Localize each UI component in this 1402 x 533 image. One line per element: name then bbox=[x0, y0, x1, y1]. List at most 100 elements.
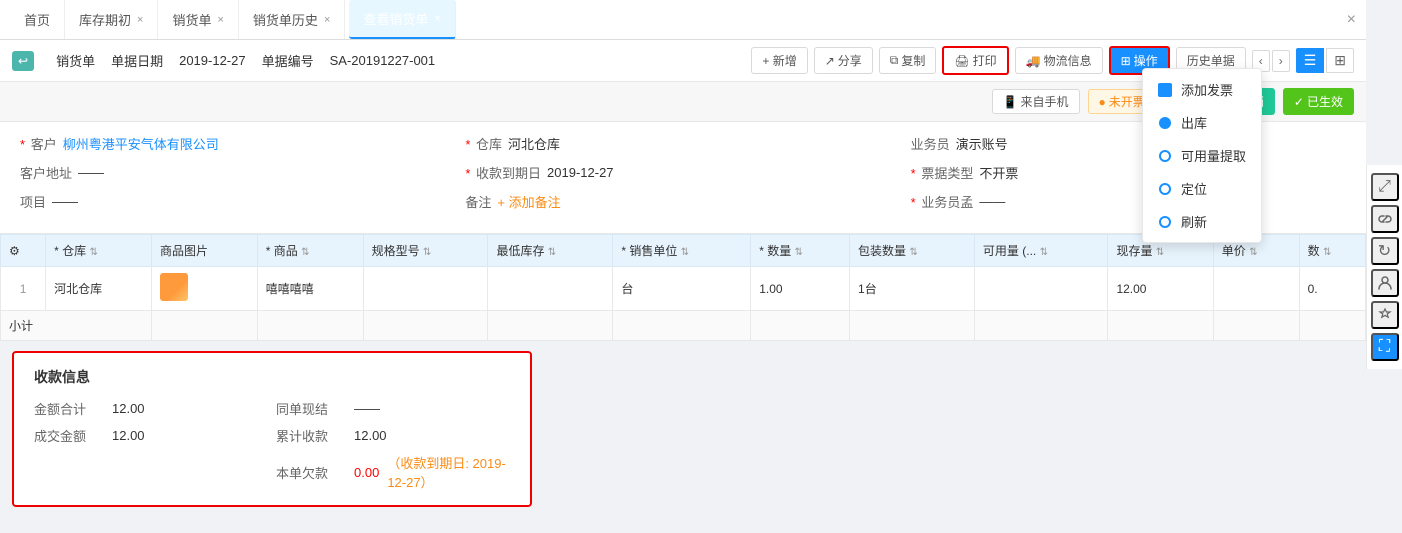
due-date-field: * 收款到期日 2019-12-27 bbox=[465, 163, 900, 182]
toolbar-actions: + 新增 ↗ 分享 ⧉ 复制 🖨 打印 🚚 物流信息 ⊞ 操作 历 bbox=[751, 46, 1354, 75]
sidebar-refresh-btn[interactable]: ↻ bbox=[1371, 237, 1399, 265]
available-qty-item[interactable]: 可用量提取 bbox=[1143, 139, 1261, 172]
note-field: 备注 + 添加备注 bbox=[465, 192, 900, 211]
customer-label: * 客户 bbox=[20, 134, 57, 153]
view-toggle: ☰ ⊞ bbox=[1296, 48, 1354, 73]
from-phone-button[interactable]: 📱 来自手机 bbox=[992, 89, 1080, 114]
logistics-button[interactable]: 🚚 物流信息 bbox=[1015, 47, 1103, 74]
settings-icon: ⚙ bbox=[9, 244, 20, 258]
same-order-value: —— bbox=[354, 401, 380, 416]
col-image: 商品图片 bbox=[151, 235, 257, 267]
doc-type-label: 销货单 bbox=[56, 51, 95, 70]
doc-date-value: 2019-12-27 bbox=[179, 53, 246, 68]
col-settings: ⚙ bbox=[1, 235, 46, 267]
add-invoice-item[interactable]: 添加发票 bbox=[1143, 73, 1261, 106]
tab-stock-init[interactable]: 库存期初 × bbox=[65, 0, 158, 39]
tab-sales-label: 销货单 bbox=[172, 10, 211, 29]
row-no: 1 bbox=[1, 267, 46, 311]
subtotal-price bbox=[1213, 311, 1299, 341]
warehouse-field: * 仓库 河北仓库 bbox=[465, 134, 900, 153]
due-date-value: 2019-12-27 bbox=[547, 165, 614, 180]
col-warehouse: * 仓库 ⇅ bbox=[46, 235, 152, 267]
employee-value: 演示账号 bbox=[956, 134, 1008, 153]
sort-icon-warehouse: ⇅ bbox=[90, 247, 98, 258]
sidebar-person-btn[interactable] bbox=[1371, 269, 1399, 297]
cumulative-label: 累计收款 bbox=[276, 426, 346, 445]
col-unit: * 销售单位 ⇅ bbox=[613, 235, 751, 267]
sort-icon-amount: ⇅ bbox=[1323, 247, 1331, 258]
outbound-item[interactable]: 出库 bbox=[1143, 106, 1261, 139]
window-close-icon[interactable]: × bbox=[1347, 11, 1356, 29]
sort-icon-spec: ⇅ bbox=[423, 247, 431, 258]
tab-home[interactable]: 首页 bbox=[10, 0, 65, 39]
warehouse-label: * 仓库 bbox=[465, 134, 502, 153]
ticket-field: * 票据类型 不开票 bbox=[911, 163, 1346, 182]
table-row: 1 河北仓库 嘻嘻嘻嘻 台 1.00 1台 12.00 0. bbox=[1, 267, 1366, 311]
subtotal-avail bbox=[974, 311, 1108, 341]
tab-stock-close[interactable]: × bbox=[137, 14, 143, 26]
copy-icon: ⧉ bbox=[890, 53, 899, 68]
deal-amount-label: 成交金额 bbox=[34, 426, 104, 445]
add-invoice-icon bbox=[1157, 82, 1173, 98]
row-pack-qty: 1台 bbox=[850, 267, 975, 311]
subtotal-stock bbox=[1108, 311, 1213, 341]
doc-type-icon: ↩ bbox=[12, 51, 34, 71]
row-product: 嘻嘻嘻嘻 bbox=[257, 267, 363, 311]
new-button[interactable]: + 新增 bbox=[751, 47, 807, 74]
next-button[interactable]: › bbox=[1272, 50, 1290, 72]
sort-icon-stock: ⇅ bbox=[1156, 247, 1164, 258]
sort-icon-avail: ⇅ bbox=[1040, 247, 1048, 258]
col-amount: 数 ⇅ bbox=[1299, 235, 1365, 267]
tab-view-sales[interactable]: 查看销货单 × bbox=[349, 0, 455, 39]
sidebar-expand-btn[interactable]: ⤢ bbox=[1371, 173, 1399, 201]
subtotal-amount bbox=[1299, 311, 1365, 341]
row-image bbox=[151, 267, 257, 311]
effective-button[interactable]: ✓ 已生效 bbox=[1283, 88, 1354, 115]
copy-button[interactable]: ⧉ 复制 bbox=[879, 47, 937, 74]
share-button[interactable]: ↗ 分享 bbox=[814, 47, 873, 74]
tab-sales-order[interactable]: 销货单 × bbox=[158, 0, 238, 39]
address-label: 客户地址 bbox=[20, 163, 72, 182]
ticket-icon: ● bbox=[1099, 95, 1106, 109]
share-icon: ↗ bbox=[825, 54, 835, 68]
doc-info: ↩ 销货单 单据日期 2019-12-27 单据编号 SA-20191227-0… bbox=[12, 51, 743, 71]
row-warehouse: 河北仓库 bbox=[46, 267, 152, 311]
doc-no-value: SA-20191227-001 bbox=[330, 53, 436, 68]
customer-field: * 客户 柳州粤港平安气体有限公司 bbox=[20, 134, 455, 153]
amount-label: 金额合计 bbox=[34, 399, 104, 418]
sidebar-fullscreen-btn[interactable]: ⛶ bbox=[1371, 333, 1399, 361]
row-available bbox=[974, 267, 1108, 311]
customer-value[interactable]: 柳州粤港平安气体有限公司 bbox=[63, 134, 219, 153]
project-label: 项目 bbox=[20, 192, 46, 211]
arrears-label: 本单欠款 bbox=[276, 463, 346, 482]
col-pack-qty: 包装数量 ⇅ bbox=[850, 235, 975, 267]
tab-view-close[interactable]: × bbox=[434, 13, 440, 25]
deal-amount-item: 成交金额 12.00 bbox=[34, 426, 268, 445]
cumulative-item: 累计收款 12.00 bbox=[276, 426, 510, 445]
outbound-icon bbox=[1157, 115, 1173, 131]
sidebar-star-btn[interactable] bbox=[1371, 301, 1399, 329]
sort-icon-product: ⇅ bbox=[301, 247, 309, 258]
add-note-button[interactable]: + 添加备注 bbox=[497, 192, 560, 211]
tab-history-close[interactable]: × bbox=[324, 14, 330, 26]
print-button[interactable]: 🖨 打印 bbox=[942, 46, 1008, 75]
tab-sales-close[interactable]: × bbox=[217, 14, 223, 26]
summary-box: 收款信息 金额合计 12.00 同单现结 —— 成交金额 12.00 累计收款 … bbox=[12, 351, 532, 507]
note-label: 备注 bbox=[465, 192, 491, 211]
doc-date-label: 单据日期 bbox=[111, 51, 163, 70]
doc-no-label: 单据编号 bbox=[262, 51, 314, 70]
sidebar-link-btn[interactable] bbox=[1371, 205, 1399, 233]
summary-title: 收款信息 bbox=[34, 367, 510, 387]
refresh-item[interactable]: 刷新 bbox=[1143, 205, 1261, 238]
locate-item[interactable]: 定位 bbox=[1143, 172, 1261, 205]
list-view-button[interactable]: ☰ bbox=[1296, 48, 1325, 73]
grid-view-button[interactable]: ⊞ bbox=[1326, 48, 1354, 73]
ticket-label: * 票据类型 bbox=[911, 163, 974, 182]
product-table: ⚙ * 仓库 ⇅ 商品图片 * 商品 ⇅ 规格型号 ⇅ 最低库存 ⇅ * 销售单… bbox=[0, 234, 1366, 341]
subtotal-qty bbox=[751, 311, 850, 341]
tab-sales-history[interactable]: 销货单历史 × bbox=[239, 0, 345, 39]
plus-icon: + bbox=[497, 195, 505, 210]
subtotal-min bbox=[488, 311, 613, 341]
grid-icon: ⊞ bbox=[1121, 54, 1131, 68]
address-field: 客户地址 —— bbox=[20, 163, 455, 182]
